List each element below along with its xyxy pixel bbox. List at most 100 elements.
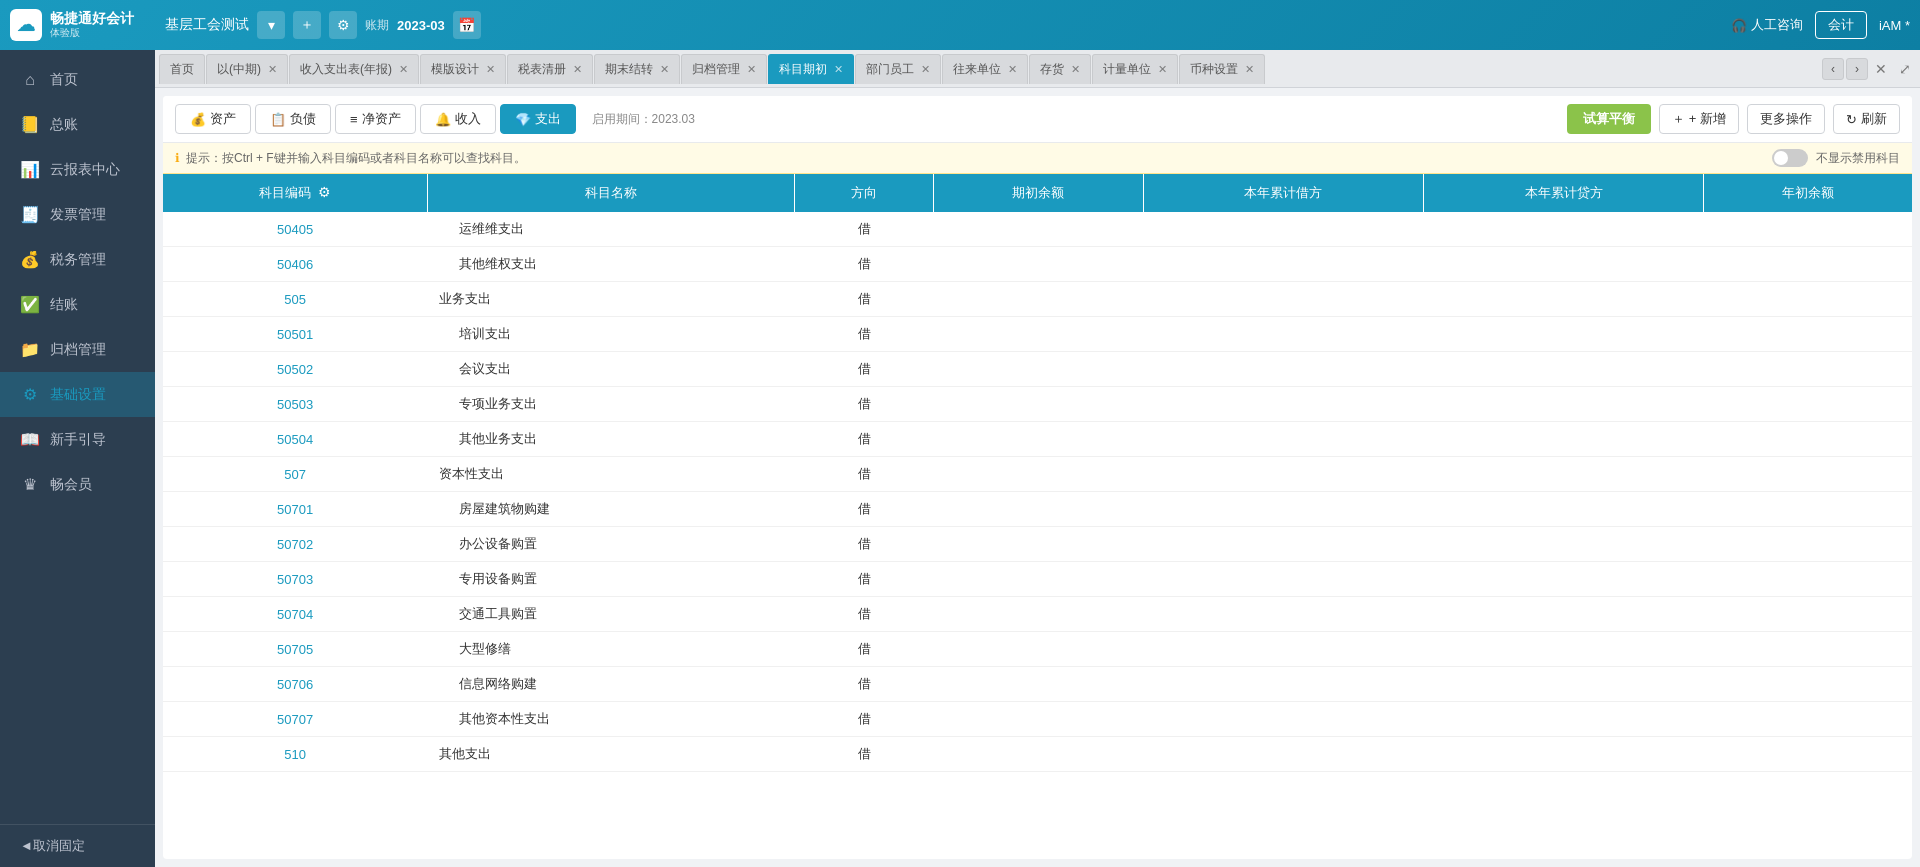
table-row[interactable]: 50406 其他维权支出 借 bbox=[163, 247, 1912, 282]
close-icon[interactable]: ✕ bbox=[921, 63, 930, 76]
balance-button[interactable]: 试算平衡 bbox=[1567, 104, 1651, 134]
close-icon[interactable]: ✕ bbox=[1008, 63, 1017, 76]
col-code: 科目编码 ⚙ bbox=[163, 174, 427, 212]
tab-currency[interactable]: 币种设置 ✕ bbox=[1179, 54, 1265, 84]
cell-direction: 借 bbox=[795, 562, 934, 597]
tab-prev-btn[interactable]: ‹ bbox=[1822, 58, 1844, 80]
table-row[interactable]: 50703 专用设备购置 借 bbox=[163, 562, 1912, 597]
col-ytd-credit: 本年累计贷方 bbox=[1423, 174, 1703, 212]
table-row[interactable]: 510 其他支出 借 bbox=[163, 737, 1912, 772]
tab-net-asset[interactable]: ≡ 净资产 bbox=[335, 104, 416, 134]
close-icon[interactable]: ✕ bbox=[660, 63, 669, 76]
table-row[interactable]: 50503 专项业务支出 借 bbox=[163, 387, 1912, 422]
cell-direction: 借 bbox=[795, 527, 934, 562]
tax-icon: 💰 bbox=[20, 250, 40, 269]
refresh-button[interactable]: ↻ 刷新 bbox=[1833, 104, 1900, 134]
sidebar-collapse-btn[interactable]: ◄取消固定 bbox=[0, 824, 155, 867]
tab-template[interactable]: 模版设计 ✕ bbox=[420, 54, 506, 84]
sidebar-item-invoice[interactable]: 🧾 发票管理 bbox=[0, 192, 155, 237]
close-icon[interactable]: ✕ bbox=[1245, 63, 1254, 76]
tab-expand-btn[interactable]: ⤢ bbox=[1894, 58, 1916, 80]
dropdown-icon[interactable]: ▾ bbox=[257, 11, 285, 39]
tab-yearend-label: 期末结转 bbox=[605, 61, 653, 78]
close-icon[interactable]: ✕ bbox=[399, 63, 408, 76]
cell-name: 资本性支出 bbox=[427, 457, 794, 492]
toggle-disabled-switch[interactable] bbox=[1772, 149, 1808, 167]
header-middle: 基层工会测试 ▾ ＋ ⚙ 账期 2023-03 📅 bbox=[165, 11, 1731, 39]
tab-asset[interactable]: 💰 资产 bbox=[175, 104, 251, 134]
add-company-btn[interactable]: ＋ bbox=[293, 11, 321, 39]
table-row[interactable]: 50706 信息网络购建 借 bbox=[163, 667, 1912, 702]
tab-subject[interactable]: 科目期初 ✕ bbox=[768, 54, 854, 84]
sidebar-item-home[interactable]: ⌂ 首页 bbox=[0, 58, 155, 102]
cell-year-opening bbox=[1704, 247, 1912, 282]
company-name[interactable]: 基层工会测试 bbox=[165, 16, 249, 34]
tab-expenditure[interactable]: 💎 支出 bbox=[500, 104, 576, 134]
support-label: 人工咨询 bbox=[1751, 16, 1803, 34]
table-container[interactable]: 科目编码 ⚙ 科目名称 方向 期初余额 本年累计借方 本年累计贷方 年初余额 bbox=[163, 174, 1912, 859]
cell-ytd-credit bbox=[1423, 317, 1703, 352]
calendar-icon[interactable]: 📅 bbox=[453, 11, 481, 39]
tab-next-btn[interactable]: › bbox=[1846, 58, 1868, 80]
sidebar-item-settle[interactable]: ✅ 结账 bbox=[0, 282, 155, 327]
sidebar-item-archive[interactable]: 📁 归档管理 bbox=[0, 327, 155, 372]
user-label[interactable]: iAM * bbox=[1879, 18, 1910, 33]
tab-tax[interactable]: 税表清册 ✕ bbox=[507, 54, 593, 84]
close-icon[interactable]: ✕ bbox=[486, 63, 495, 76]
settings-icon[interactable]: ⚙ bbox=[329, 11, 357, 39]
add-button[interactable]: ＋ + 新增 bbox=[1659, 104, 1739, 134]
cell-name: 专项业务支出 bbox=[427, 387, 794, 422]
close-icon[interactable]: ✕ bbox=[1158, 63, 1167, 76]
cell-ytd-debit bbox=[1143, 422, 1423, 457]
tab-yearend[interactable]: 期末结转 ✕ bbox=[594, 54, 680, 84]
table-row[interactable]: 50707 其他资本性支出 借 bbox=[163, 702, 1912, 737]
cell-direction: 借 bbox=[795, 422, 934, 457]
tab-partner-label: 往来单位 bbox=[953, 61, 1001, 78]
col-settings-icon[interactable]: ⚙ bbox=[318, 184, 331, 200]
table-row[interactable]: 50405 运维维支出 借 bbox=[163, 212, 1912, 247]
support-btn[interactable]: 🎧 人工咨询 bbox=[1731, 16, 1803, 34]
income-icon: 🔔 bbox=[435, 112, 451, 127]
sidebar-item-guide[interactable]: 📖 新手引导 bbox=[0, 417, 155, 462]
table-row[interactable]: 50504 其他业务支出 借 bbox=[163, 422, 1912, 457]
sidebar-item-member[interactable]: ♛ 畅会员 bbox=[0, 462, 155, 507]
cell-code: 50707 bbox=[163, 702, 427, 737]
table-row[interactable]: 507 资本性支出 借 bbox=[163, 457, 1912, 492]
table-row[interactable]: 50704 交通工具购置 借 bbox=[163, 597, 1912, 632]
more-button[interactable]: 更多操作 bbox=[1747, 104, 1825, 134]
table-row[interactable]: 50702 办公设备购置 借 bbox=[163, 527, 1912, 562]
tab-dept[interactable]: 部门员工 ✕ bbox=[855, 54, 941, 84]
cell-opening bbox=[934, 247, 1144, 282]
tab-midterm[interactable]: 以(中期) ✕ bbox=[206, 54, 288, 84]
cell-direction: 借 bbox=[795, 352, 934, 387]
tab-archive[interactable]: 归档管理 ✕ bbox=[681, 54, 767, 84]
close-icon[interactable]: ✕ bbox=[1071, 63, 1080, 76]
table-row[interactable]: 50705 大型修缮 借 bbox=[163, 632, 1912, 667]
cell-code: 50703 bbox=[163, 562, 427, 597]
sidebar-item-settings[interactable]: ⚙ 基础设置 bbox=[0, 372, 155, 417]
tab-annual[interactable]: 收入支出表(年报) ✕ bbox=[289, 54, 419, 84]
table-row[interactable]: 505 业务支出 借 bbox=[163, 282, 1912, 317]
cell-ytd-credit bbox=[1423, 632, 1703, 667]
tab-income[interactable]: 🔔 收入 bbox=[420, 104, 496, 134]
close-icon[interactable]: ✕ bbox=[573, 63, 582, 76]
cell-direction: 借 bbox=[795, 387, 934, 422]
tab-unit[interactable]: 计量单位 ✕ bbox=[1092, 54, 1178, 84]
tab-inventory[interactable]: 存货 ✕ bbox=[1029, 54, 1091, 84]
sidebar-item-ledger[interactable]: 📒 总账 bbox=[0, 102, 155, 147]
tab-close-all-btn[interactable]: ✕ bbox=[1870, 58, 1892, 80]
close-icon[interactable]: ✕ bbox=[747, 63, 756, 76]
sidebar-item-tax[interactable]: 💰 税务管理 bbox=[0, 237, 155, 282]
tab-home[interactable]: 首页 bbox=[159, 54, 205, 84]
account-button[interactable]: 会计 bbox=[1815, 11, 1867, 39]
close-icon[interactable]: ✕ bbox=[268, 63, 277, 76]
table-row[interactable]: 50501 培训支出 借 bbox=[163, 317, 1912, 352]
table-row[interactable]: 50502 会议支出 借 bbox=[163, 352, 1912, 387]
sidebar-item-report[interactable]: 📊 云报表中心 bbox=[0, 147, 155, 192]
close-icon[interactable]: ✕ bbox=[834, 63, 843, 76]
tab-partner[interactable]: 往来单位 ✕ bbox=[942, 54, 1028, 84]
cell-ytd-debit bbox=[1143, 527, 1423, 562]
tab-liability[interactable]: 📋 负债 bbox=[255, 104, 331, 134]
cell-opening bbox=[934, 527, 1144, 562]
table-row[interactable]: 50701 房屋建筑物购建 借 bbox=[163, 492, 1912, 527]
